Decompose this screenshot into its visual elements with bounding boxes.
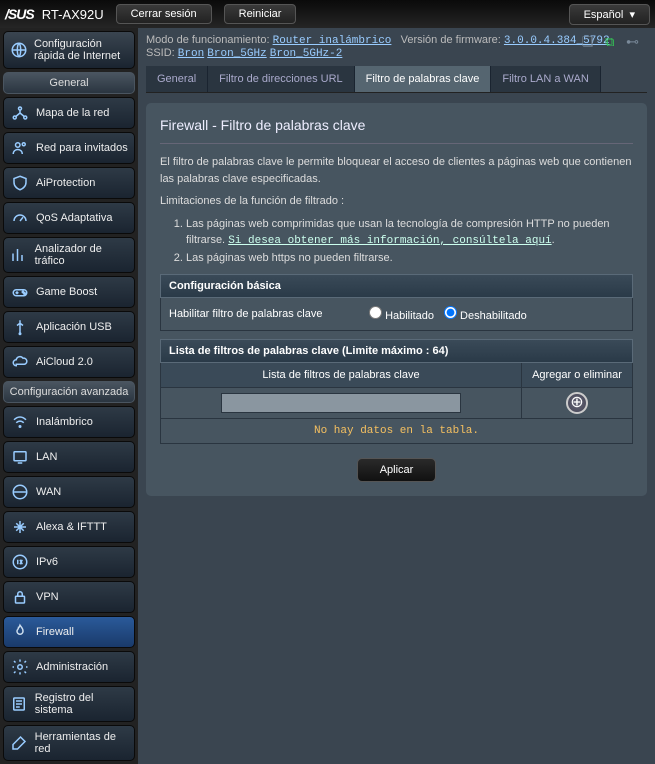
language-select[interactable]: Español ▾ — [569, 4, 650, 25]
sidebar-item-aiprotection[interactable]: AiProtection — [3, 167, 135, 199]
sidebar-item-traffic[interactable]: Analizador de tráfico — [3, 237, 135, 273]
sidebar-section-advanced: Configuración avanzada — [3, 381, 135, 403]
sidebar-item-syslog[interactable]: Registro del sistema — [3, 686, 135, 722]
ssid-value: Bron_5GHz-2 — [270, 48, 343, 60]
keyword-input[interactable] — [221, 393, 461, 413]
page-title: Firewall - Filtro de palabras clave — [160, 117, 633, 144]
status-icon[interactable]: ⧉ — [605, 34, 618, 49]
usb-status-icon[interactable]: ⊷ — [626, 34, 643, 49]
status-bar: Modo de funcionamiento: Router inalámbri… — [146, 28, 647, 66]
sidebar-item-aicloud[interactable]: AiCloud 2.0 — [3, 346, 135, 378]
status-icon[interactable]: ❏ — [582, 34, 598, 49]
networkmap-icon — [10, 103, 30, 123]
firewall-icon — [10, 622, 30, 642]
radio-enabled[interactable] — [369, 306, 382, 319]
col-keyword-header: Lista de filtros de palabras clave — [161, 363, 522, 387]
model-name: RT-AX92U — [42, 7, 104, 22]
limitation-item: Las páginas web comprimidas que usan la … — [186, 216, 633, 250]
more-info-link[interactable]: Si desea obtener más información, consúl… — [228, 235, 551, 247]
cloud-icon — [10, 352, 30, 372]
ssid-value: Bron_5GHz — [207, 48, 266, 60]
no-data-message: No hay datos en la tabla. — [160, 419, 633, 444]
sidebar-item-lan[interactable]: LAN — [3, 441, 135, 473]
col-action-header: Agregar o eliminar — [522, 363, 632, 387]
sidebar-item-wan[interactable]: WAN — [3, 476, 135, 508]
basic-config-header: Configuración básica — [160, 274, 633, 298]
content-area: Modo de funcionamiento: Router inalámbri… — [138, 28, 655, 764]
brand-logo: /SUS — [5, 6, 34, 22]
apply-button[interactable]: Aplicar — [357, 458, 437, 482]
chart-icon — [10, 245, 29, 265]
reboot-button[interactable]: Reiniciar — [224, 4, 297, 24]
sidebar-item-admin[interactable]: Administración — [3, 651, 135, 683]
globe-icon — [10, 482, 30, 502]
keyword-list-header: Lista de filtros de palabras clave (Limi… — [160, 339, 633, 363]
globe-icon — [10, 40, 28, 60]
shield-icon — [10, 173, 30, 193]
intro-text: El filtro de palabras clave le permite b… — [160, 154, 633, 187]
sidebar-item-gameboost[interactable]: Game Boost — [3, 276, 135, 308]
radio-disabled-label[interactable]: Deshabilitado — [444, 306, 527, 322]
sidebar-item-nettools[interactable]: Herramientas de red — [3, 725, 135, 761]
sidebar-item-vpn[interactable]: VPN — [3, 581, 135, 613]
limitation-item: Las páginas web https no pueden filtrars… — [186, 250, 633, 267]
sidebar-item-networkmap[interactable]: Mapa de la red — [3, 97, 135, 129]
radio-disabled[interactable] — [444, 306, 457, 319]
lock-icon — [10, 587, 30, 607]
guest-icon — [10, 138, 30, 158]
gear-icon — [10, 657, 30, 677]
sidebar-item-usb[interactable]: Aplicación USB — [3, 311, 135, 343]
enable-filter-label: Habilitar filtro de palabras clave — [169, 308, 369, 320]
sparkle-icon — [10, 517, 30, 537]
sidebar-section-general: General — [3, 72, 135, 94]
tab-keyword-filter[interactable]: Filtro de palabras clave — [355, 66, 492, 92]
lan-icon — [10, 447, 30, 467]
sidebar-item-alexa[interactable]: Alexa & IFTTT — [3, 511, 135, 543]
tools-icon — [10, 733, 29, 753]
top-bar: /SUS RT-AX92U Cerrar sesión Reiniciar Es… — [0, 0, 655, 28]
tab-url-filter[interactable]: Filtro de direcciones URL — [208, 66, 355, 92]
ipv6-icon — [10, 552, 30, 572]
tab-row: General Filtro de direcciones URL Filtro… — [146, 66, 647, 93]
gauge-icon — [10, 208, 30, 228]
sidebar-item-firewall[interactable]: Firewall — [3, 616, 135, 648]
gamepad-icon — [10, 282, 30, 302]
tab-lan-wan-filter[interactable]: Filtro LAN a WAN — [491, 66, 600, 92]
sidebar: Configuración rápida de Internet General… — [0, 28, 138, 764]
operation-mode-link[interactable]: Router inalámbrico — [273, 35, 392, 47]
log-icon — [10, 694, 29, 714]
sidebar-item-qos[interactable]: QoS Adaptativa — [3, 202, 135, 234]
add-button[interactable]: ⊕ — [566, 392, 588, 414]
sidebar-item-qis[interactable]: Configuración rápida de Internet — [3, 31, 135, 69]
logout-button[interactable]: Cerrar sesión — [116, 4, 212, 24]
ssid-value: Bron — [178, 48, 204, 60]
usb-icon — [10, 317, 30, 337]
limits-text: Limitaciones de la función de filtrado : — [160, 193, 633, 210]
radio-enabled-label[interactable]: Habilitado — [369, 306, 434, 322]
tab-general[interactable]: General — [146, 66, 208, 92]
sidebar-item-wireless[interactable]: Inalámbrico — [3, 406, 135, 438]
sidebar-item-ipv6[interactable]: IPv6 — [3, 546, 135, 578]
sidebar-item-guest[interactable]: Red para invitados — [3, 132, 135, 164]
wifi-icon — [10, 412, 30, 432]
